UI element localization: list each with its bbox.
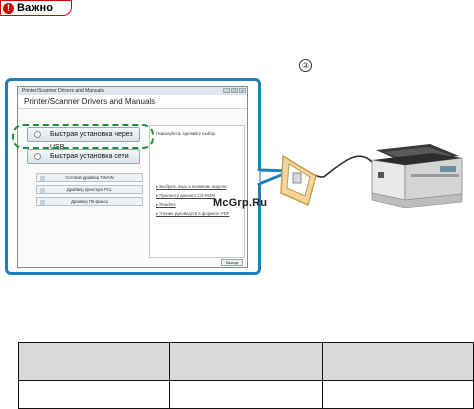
table-cell — [18, 380, 170, 409]
watermark-text: McGrp.Ru — [213, 197, 268, 209]
table-cell — [169, 380, 323, 409]
table-row — [18, 380, 474, 409]
info-table — [18, 342, 474, 409]
table-header-cell — [322, 342, 474, 381]
table-header-cell — [169, 342, 323, 381]
table-cell — [322, 380, 474, 409]
table-header-row — [18, 342, 474, 381]
table-header-cell — [18, 342, 170, 381]
usb-plug-icon — [280, 154, 317, 206]
printer-icon — [371, 144, 463, 209]
